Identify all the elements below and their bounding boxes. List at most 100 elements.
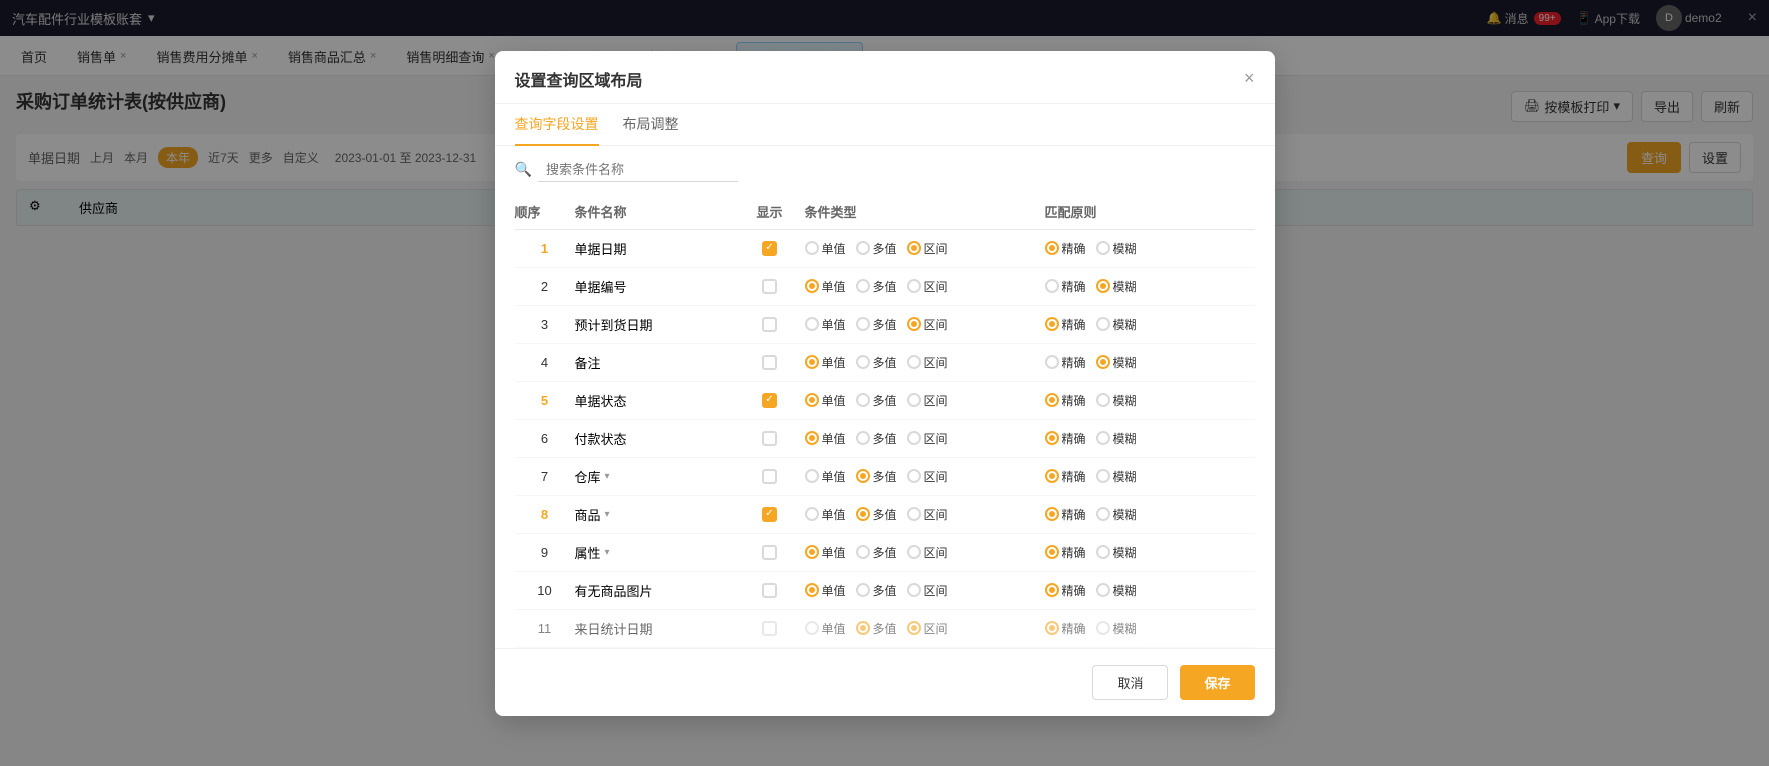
radio-fuzzy[interactable] <box>1096 393 1110 407</box>
cond-multi[interactable]: 多值 <box>856 506 897 523</box>
radio-range[interactable] <box>907 583 921 597</box>
radio-fuzzy[interactable] <box>1096 469 1110 483</box>
cond-range[interactable]: 区间 <box>907 354 948 371</box>
cond-multi[interactable]: 多值 <box>856 468 897 485</box>
radio-single[interactable] <box>805 279 819 293</box>
cond-single[interactable]: 单值 <box>805 430 846 447</box>
cond-multi[interactable]: 多值 <box>856 582 897 599</box>
radio-range[interactable] <box>907 355 921 369</box>
cond-range[interactable]: 区间 <box>907 468 948 485</box>
radio-exact[interactable] <box>1045 355 1059 369</box>
match-exact[interactable]: 精确 <box>1045 468 1086 485</box>
cond-multi[interactable]: 多值 <box>856 316 897 333</box>
row-display[interactable] <box>735 393 805 408</box>
dialog-close-btn[interactable]: × <box>1244 68 1255 89</box>
radio-multi[interactable] <box>856 431 870 445</box>
match-fuzzy[interactable]: 模糊 <box>1096 278 1137 295</box>
display-checkbox[interactable] <box>762 621 777 636</box>
match-fuzzy[interactable]: 模糊 <box>1096 354 1137 371</box>
radio-exact[interactable] <box>1045 545 1059 559</box>
cond-range[interactable]: 区间 <box>907 240 948 257</box>
display-checkbox[interactable] <box>762 507 777 522</box>
cond-multi[interactable]: 多值 <box>856 240 897 257</box>
match-fuzzy[interactable]: 模糊 <box>1096 582 1137 599</box>
radio-single[interactable] <box>805 545 819 559</box>
radio-multi[interactable] <box>856 545 870 559</box>
row-display[interactable] <box>735 355 805 370</box>
radio-fuzzy[interactable] <box>1096 545 1110 559</box>
radio-single[interactable] <box>805 469 819 483</box>
radio-fuzzy[interactable] <box>1096 507 1110 521</box>
radio-exact[interactable] <box>1045 241 1059 255</box>
cond-multi[interactable]: 多值 <box>856 430 897 447</box>
radio-single[interactable] <box>805 241 819 255</box>
display-checkbox[interactable] <box>762 241 777 256</box>
match-fuzzy[interactable]: 模糊 <box>1096 240 1137 257</box>
match-exact[interactable]: 精确 <box>1045 316 1086 333</box>
row-display[interactable] <box>735 241 805 256</box>
display-checkbox[interactable] <box>762 355 777 370</box>
cond-single[interactable]: 单值 <box>805 240 846 257</box>
radio-range[interactable] <box>907 469 921 483</box>
cond-single[interactable]: 单值 <box>805 316 846 333</box>
cancel-button[interactable]: 取消 <box>1092 665 1168 700</box>
cond-single[interactable]: 单值 <box>805 582 846 599</box>
match-exact[interactable]: 精确 <box>1045 582 1086 599</box>
match-fuzzy[interactable]: 模糊 <box>1096 430 1137 447</box>
radio-exact[interactable] <box>1045 317 1059 331</box>
match-exact[interactable]: 精确 <box>1045 430 1086 447</box>
radio-fuzzy[interactable] <box>1096 621 1110 635</box>
display-checkbox[interactable] <box>762 583 777 598</box>
match-exact[interactable]: 精确 <box>1045 392 1086 409</box>
radio-multi[interactable] <box>856 469 870 483</box>
display-checkbox[interactable] <box>762 393 777 408</box>
row-display[interactable] <box>735 317 805 332</box>
radio-range[interactable] <box>907 241 921 255</box>
radio-fuzzy[interactable] <box>1096 355 1110 369</box>
radio-multi[interactable] <box>856 621 870 635</box>
radio-range[interactable] <box>907 279 921 293</box>
radio-range[interactable] <box>907 507 921 521</box>
radio-range[interactable] <box>907 545 921 559</box>
cond-range[interactable]: 区间 <box>907 430 948 447</box>
cond-range[interactable]: 区间 <box>907 544 948 561</box>
radio-exact[interactable] <box>1045 279 1059 293</box>
cond-range[interactable]: 区间 <box>907 392 948 409</box>
radio-exact[interactable] <box>1045 507 1059 521</box>
match-exact[interactable]: 精确 <box>1045 278 1086 295</box>
radio-multi[interactable] <box>856 583 870 597</box>
radio-single[interactable] <box>805 355 819 369</box>
row-display[interactable] <box>735 507 805 522</box>
radio-range[interactable] <box>907 621 921 635</box>
cond-single[interactable]: 单值 <box>805 278 846 295</box>
row-display[interactable] <box>735 279 805 294</box>
match-fuzzy[interactable]: 模糊 <box>1096 620 1137 637</box>
radio-range[interactable] <box>907 317 921 331</box>
match-exact[interactable]: 精确 <box>1045 506 1086 523</box>
cond-single[interactable]: 单值 <box>805 392 846 409</box>
display-checkbox[interactable] <box>762 279 777 294</box>
cond-single[interactable]: 单值 <box>805 354 846 371</box>
match-exact[interactable]: 精确 <box>1045 240 1086 257</box>
row-display[interactable] <box>735 621 805 636</box>
display-checkbox[interactable] <box>762 469 777 484</box>
cond-multi[interactable]: 多值 <box>856 544 897 561</box>
radio-multi[interactable] <box>856 355 870 369</box>
radio-exact[interactable] <box>1045 583 1059 597</box>
row-display[interactable] <box>735 469 805 484</box>
match-exact[interactable]: 精确 <box>1045 620 1086 637</box>
radio-fuzzy[interactable] <box>1096 583 1110 597</box>
radio-single[interactable] <box>805 507 819 521</box>
radio-single[interactable] <box>805 431 819 445</box>
radio-single[interactable] <box>805 621 819 635</box>
cond-multi[interactable]: 多值 <box>856 392 897 409</box>
radio-single[interactable] <box>805 317 819 331</box>
row-display[interactable] <box>735 583 805 598</box>
radio-multi[interactable] <box>856 393 870 407</box>
cond-range[interactable]: 区间 <box>907 620 948 637</box>
cond-range[interactable]: 区间 <box>907 506 948 523</box>
search-input[interactable] <box>538 158 738 182</box>
row-display[interactable] <box>735 431 805 446</box>
display-checkbox[interactable] <box>762 431 777 446</box>
cond-range[interactable]: 区间 <box>907 278 948 295</box>
